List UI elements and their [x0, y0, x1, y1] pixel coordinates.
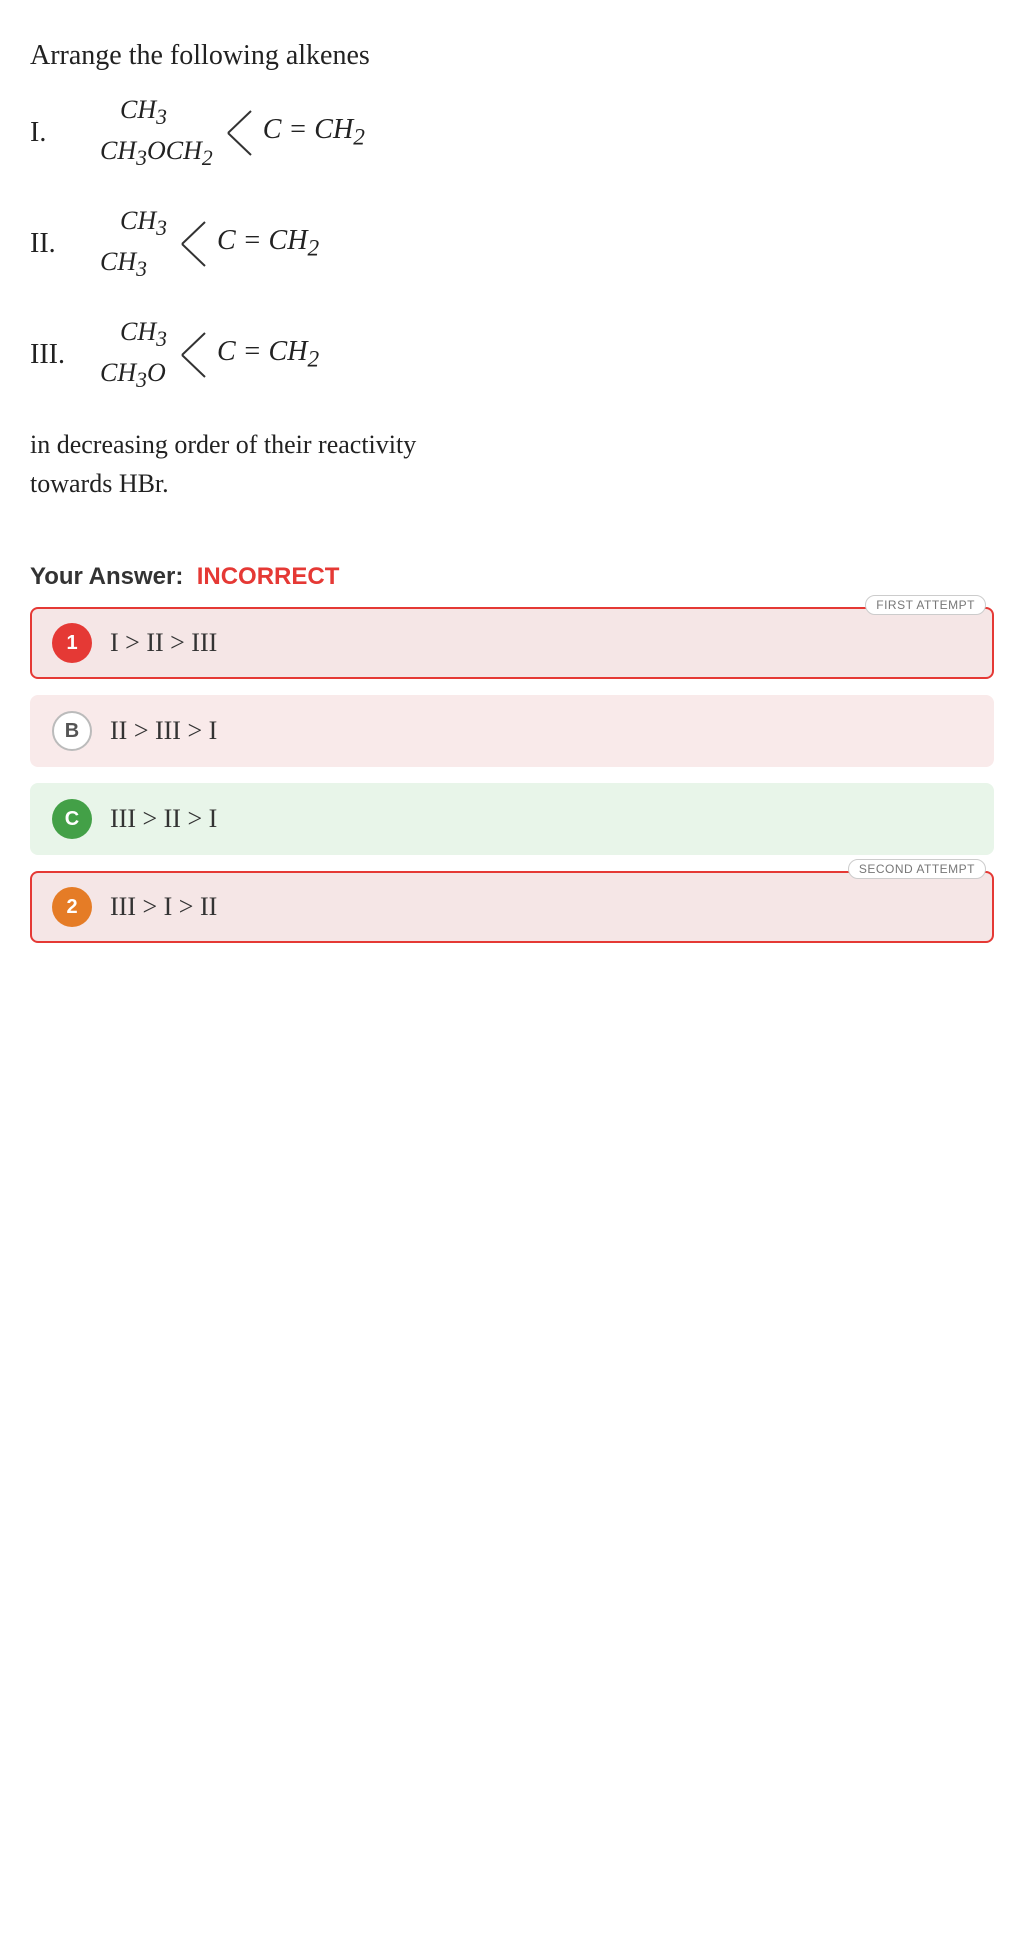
option-wrapper-1: FIRST ATTEMPT 1 I > II > III	[30, 607, 994, 679]
option-circle-C: C	[52, 799, 92, 839]
question-intro: Arrange the following alkenes	[30, 40, 994, 72]
option-box-C[interactable]: C III > II > I	[30, 783, 994, 855]
option-wrapper-B: B II > III > I	[30, 695, 994, 767]
closing-line-2: towards HBr.	[30, 469, 169, 498]
roman-label-2: II.	[30, 228, 90, 260]
option-box-B[interactable]: B II > III > I	[30, 695, 994, 767]
substituents-3: CH3 CH3O	[100, 314, 167, 395]
roman-label-3: III.	[30, 339, 90, 371]
option-text-2: III > I > II	[110, 892, 217, 922]
structure-2: CH3 CH3 C = CH2	[100, 203, 319, 284]
sub-bottom-2: CH3	[100, 244, 147, 285]
substituents-1: CH3 CH3OCH2	[100, 92, 213, 173]
structure-row-3: III. CH3 CH3O C = CH2	[30, 314, 994, 395]
roman-label-1: I.	[30, 117, 90, 149]
double-bond-3: C = CH2	[217, 336, 319, 374]
first-attempt-badge: FIRST ATTEMPT	[865, 595, 986, 615]
structure-1: CH3 CH3OCH2 C = CH2	[100, 92, 365, 173]
option-circle-2: 2	[52, 887, 92, 927]
status-text: INCORRECT	[197, 563, 340, 590]
option-text-1: I > II > III	[110, 628, 217, 658]
option-wrapper-2: SECOND ATTEMPT 2 III > I > II	[30, 871, 994, 943]
substituents-2: CH3 CH3	[100, 203, 167, 284]
structure-row-1: I. CH3 CH3OCH2 C = CH2	[30, 92, 994, 173]
page: Arrange the following alkenes I. CH3 CH3…	[0, 0, 1024, 1952]
option-circle-B: B	[52, 711, 92, 751]
option-text-C: III > II > I	[110, 804, 217, 834]
structure-3: CH3 CH3O C = CH2	[100, 314, 319, 395]
option-wrapper-C: C III > II > I	[30, 783, 994, 855]
wedge-3	[177, 325, 207, 385]
option-text-B: II > III > I	[110, 716, 217, 746]
reactivity-text: in decreasing order of their reactivity …	[30, 425, 994, 503]
option-box-1[interactable]: 1 I > II > III	[30, 607, 994, 679]
sub-bottom-1: CH3OCH2	[100, 133, 213, 174]
option-box-2[interactable]: 2 III > I > II	[30, 871, 994, 943]
sub-top-3: CH3	[100, 314, 167, 355]
answer-options: FIRST ATTEMPT 1 I > II > III B II > III …	[30, 607, 994, 959]
wedge-2	[177, 214, 207, 274]
sub-top-1: CH3	[100, 92, 167, 133]
closing-line-1: in decreasing order of their reactivity	[30, 430, 416, 459]
double-bond-2: C = CH2	[217, 225, 319, 263]
sub-top-2: CH3	[100, 203, 167, 244]
option-circle-1: 1	[52, 623, 92, 663]
your-answer-section: Your Answer: INCORRECT FIRST ATTEMPT 1 I…	[30, 563, 994, 959]
structure-row-2: II. CH3 CH3 C = CH2	[30, 203, 994, 284]
label-text: Your Answer:	[30, 563, 183, 590]
second-attempt-badge: SECOND ATTEMPT	[848, 859, 986, 879]
double-bond-1: C = CH2	[263, 114, 365, 152]
alkene-section: I. CH3 CH3OCH2 C = CH2 II. CH3 CH	[30, 92, 994, 395]
wedge-1	[223, 103, 253, 163]
your-answer-label: Your Answer: INCORRECT	[30, 563, 994, 591]
sub-bottom-3: CH3O	[100, 355, 166, 396]
